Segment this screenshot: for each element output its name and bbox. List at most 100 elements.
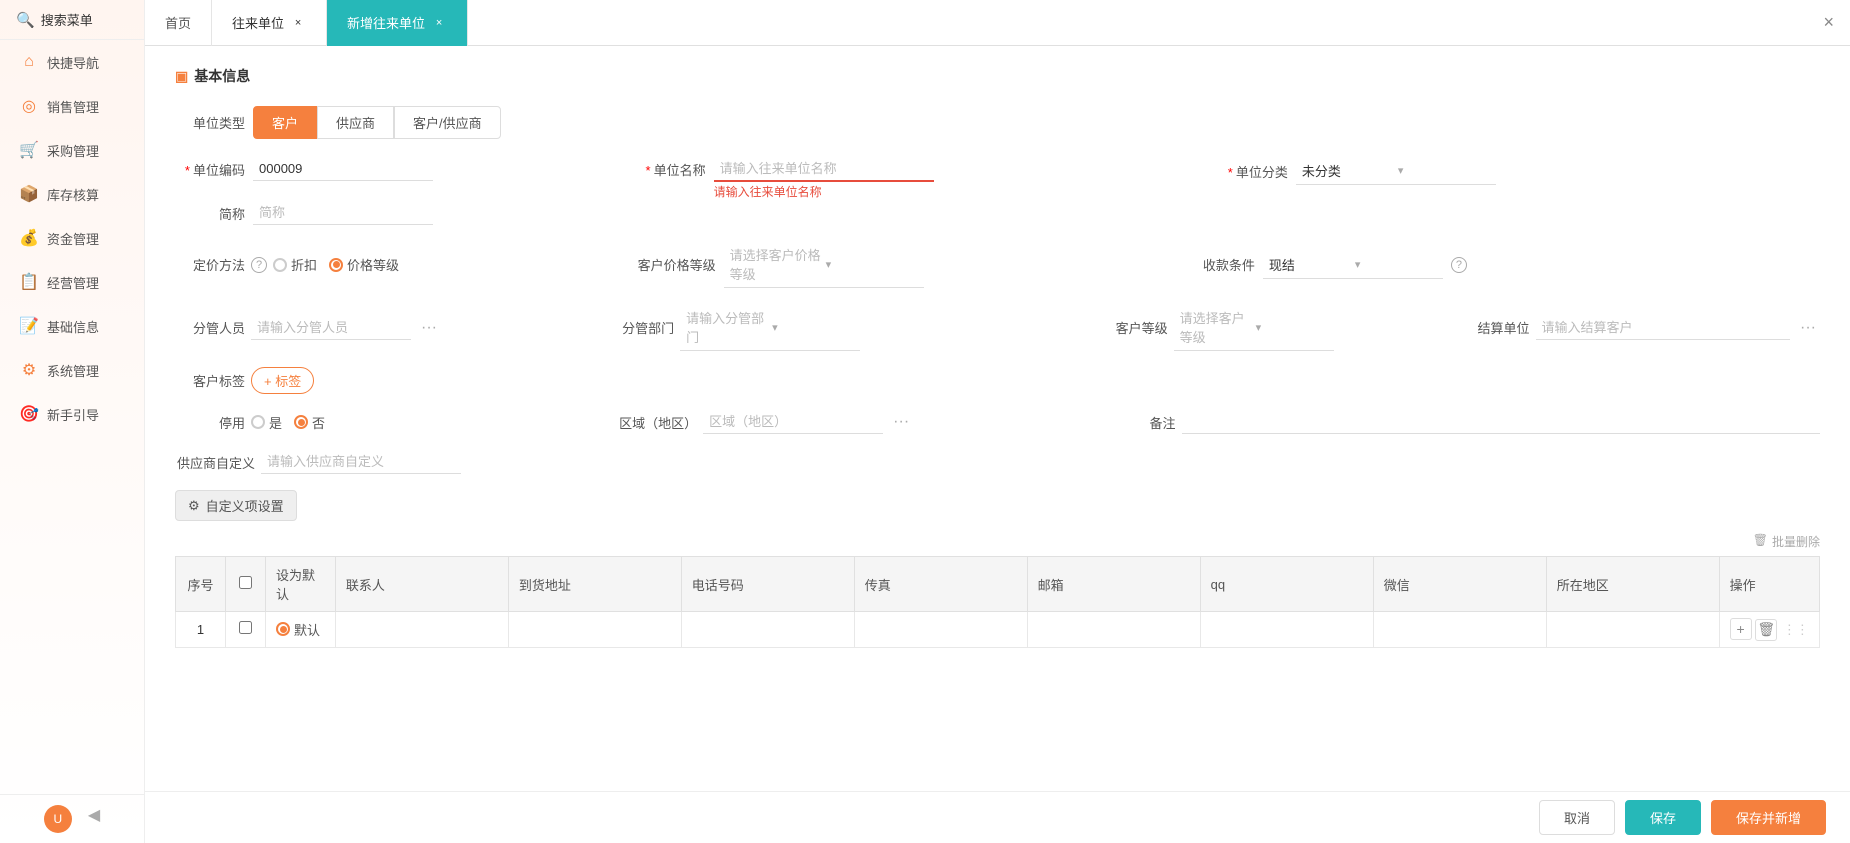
tab-home[interactable]: 首页 bbox=[145, 0, 212, 46]
pricing-radio-discount[interactable]: 折扣 bbox=[273, 255, 317, 274]
supplier-custom-input[interactable] bbox=[261, 450, 461, 474]
sidebar-item-system[interactable]: ⚙ 系统管理 bbox=[0, 348, 144, 392]
customer-level-select[interactable]: 请选择客户等级 ▾ bbox=[1174, 304, 1334, 351]
row-default-circle bbox=[276, 622, 290, 636]
form-row-unit-type: 单位类型 客户 供应商 客户/供应商 bbox=[175, 106, 1820, 139]
customer-price-level-select[interactable]: 请选择客户价格等级 ▾ bbox=[724, 241, 924, 288]
search-menu[interactable]: 🔍 搜索菜单 bbox=[0, 0, 144, 40]
batch-delete-icon: 🗑 bbox=[1753, 533, 1768, 550]
fax-input[interactable] bbox=[865, 622, 1017, 637]
tab-add[interactable]: 新增往来单位 × bbox=[327, 0, 468, 46]
sidebar-avatar[interactable]: U bbox=[44, 805, 72, 833]
sidebar-collapse-icon[interactable]: ◀ bbox=[88, 805, 100, 833]
disabled-yes[interactable]: 是 bbox=[251, 413, 282, 432]
row-wechat[interactable] bbox=[1373, 612, 1546, 648]
sidebar-item-finance[interactable]: 💰 资金管理 bbox=[0, 216, 144, 260]
department-select[interactable]: 请输入分管部门 ▾ bbox=[680, 304, 860, 351]
sidebar-item-quick-nav[interactable]: ⌂ 快捷导航 bbox=[0, 40, 144, 84]
form-group-unit-code: 单位编码 bbox=[175, 157, 636, 181]
department-chevron: ▾ bbox=[772, 321, 854, 334]
sidebar-item-guide[interactable]: 🎯 新手引导 bbox=[0, 392, 144, 436]
email-input[interactable] bbox=[1038, 622, 1190, 637]
section-icon: ▣ bbox=[175, 68, 188, 85]
row-drag-handle[interactable]: ⋮⋮ bbox=[1783, 622, 1809, 637]
disabled-no[interactable]: 否 bbox=[294, 413, 325, 432]
short-name-input[interactable] bbox=[253, 201, 433, 225]
row-region-input[interactable] bbox=[1557, 622, 1709, 637]
contact-input[interactable] bbox=[346, 622, 498, 637]
wechat-input[interactable] bbox=[1384, 622, 1536, 637]
row-email[interactable] bbox=[1027, 612, 1200, 648]
phone-input[interactable] bbox=[692, 622, 844, 637]
batch-delete-label[interactable]: 批量删除 bbox=[1772, 533, 1820, 550]
row-default-radio[interactable]: 默认 bbox=[276, 620, 325, 639]
type-btn-supplier[interactable]: 供应商 bbox=[317, 106, 394, 139]
qq-input[interactable] bbox=[1211, 622, 1363, 637]
unit-code-input[interactable] bbox=[253, 157, 433, 181]
row-contact[interactable] bbox=[335, 612, 508, 648]
unit-type-label: 单位类型 bbox=[175, 113, 245, 132]
th-default: 设为默认 bbox=[266, 557, 336, 612]
unit-category-select[interactable]: 未分类 ▾ bbox=[1296, 157, 1496, 185]
cancel-button[interactable]: 取消 bbox=[1539, 800, 1615, 835]
save-button[interactable]: 保存 bbox=[1625, 800, 1701, 835]
notes-input[interactable] bbox=[1182, 410, 1820, 434]
custom-settings-button[interactable]: ⚙ 自定义项设置 bbox=[175, 490, 297, 521]
sidebar-item-inventory[interactable]: 📦 库存核算 bbox=[0, 172, 144, 216]
save-new-button[interactable]: 保存并新增 bbox=[1711, 800, 1826, 835]
form-row-short-name: 简称 bbox=[175, 201, 1820, 225]
form-area: ▣ 基本信息 单位类型 客户 供应商 客户/供应商 单位编码 单位名称 bbox=[145, 46, 1850, 791]
payment-condition-label: 收款条件 bbox=[1195, 255, 1255, 274]
pricing-help-icon[interactable]: ? bbox=[251, 257, 267, 273]
th-address: 到货地址 bbox=[508, 557, 681, 612]
row-qq[interactable] bbox=[1200, 612, 1373, 648]
unit-name-label: 单位名称 bbox=[636, 160, 706, 179]
window-close-button[interactable]: × bbox=[1807, 12, 1850, 33]
row-delete-button[interactable]: 🗑 bbox=[1755, 619, 1777, 641]
supervisor-more-btn[interactable]: ··· bbox=[417, 319, 441, 337]
row-region[interactable] bbox=[1546, 612, 1719, 648]
operations-icon: 📋 bbox=[19, 272, 39, 292]
add-tag-button[interactable]: + 标签 bbox=[251, 367, 314, 394]
row-address[interactable] bbox=[508, 612, 681, 648]
settlement-more-btn[interactable]: ··· bbox=[1796, 319, 1820, 337]
sidebar-item-purchase[interactable]: 🛒 采购管理 bbox=[0, 128, 144, 172]
payment-help-icon[interactable]: ? bbox=[1451, 257, 1467, 273]
region-input[interactable] bbox=[703, 410, 883, 434]
tab-list[interactable]: 往来单位 × bbox=[212, 0, 327, 46]
tab-add-close[interactable]: × bbox=[431, 15, 447, 31]
settlement-unit-input[interactable] bbox=[1536, 316, 1790, 340]
sidebar-item-operations[interactable]: 📋 经营管理 bbox=[0, 260, 144, 304]
supplier-custom-label: 供应商自定义 bbox=[175, 453, 255, 472]
supervisor-input[interactable] bbox=[251, 316, 411, 340]
form-row-customer-tag: 客户标签 + 标签 bbox=[175, 367, 1820, 394]
unit-name-input[interactable] bbox=[714, 157, 934, 182]
short-name-label: 简称 bbox=[175, 204, 245, 223]
payment-condition-select[interactable]: 现结 ▾ bbox=[1263, 251, 1443, 279]
sidebar-item-basic-info[interactable]: 📝 基础信息 bbox=[0, 304, 144, 348]
type-btn-both[interactable]: 客户/供应商 bbox=[394, 106, 501, 139]
form-group-pricing-method: 定价方法 ? 折扣 价格等级 bbox=[175, 255, 636, 274]
address-input[interactable] bbox=[519, 622, 671, 637]
tab-bar: 首页 往来单位 × 新增往来单位 × × bbox=[145, 0, 1850, 46]
form-group-unit-category: 单位分类 未分类 ▾ bbox=[1228, 157, 1722, 185]
row-add-button[interactable]: + bbox=[1730, 618, 1752, 640]
row-fax[interactable] bbox=[854, 612, 1027, 648]
select-all-checkbox[interactable] bbox=[239, 576, 252, 589]
form-row-pricing: 定价方法 ? 折扣 价格等级 客户价格等级 请选择客户价格等级 bbox=[175, 241, 1820, 288]
sidebar-item-sales[interactable]: ◎ 销售管理 bbox=[0, 84, 144, 128]
sidebar-item-label: 新手引导 bbox=[47, 405, 99, 424]
region-more-btn[interactable]: ··· bbox=[889, 413, 913, 431]
sidebar-item-label: 资金管理 bbox=[47, 229, 99, 248]
disabled-radio-group: 是 否 bbox=[251, 413, 325, 432]
tab-list-close[interactable]: × bbox=[290, 15, 306, 31]
pricing-radio-price-level[interactable]: 价格等级 bbox=[329, 255, 399, 274]
form-group-region: 区域（地区） ··· bbox=[619, 410, 1145, 434]
form-group-unit-name: 单位名称 请输入往来单位名称 bbox=[636, 157, 1228, 182]
system-icon: ⚙ bbox=[19, 360, 39, 380]
row-phone[interactable] bbox=[681, 612, 854, 648]
type-btn-customer[interactable]: 客户 bbox=[253, 106, 317, 139]
row-checkbox[interactable] bbox=[239, 621, 252, 634]
purchase-icon: 🛒 bbox=[19, 140, 39, 160]
row-actions: + 🗑 ⋮⋮ bbox=[1719, 612, 1819, 648]
